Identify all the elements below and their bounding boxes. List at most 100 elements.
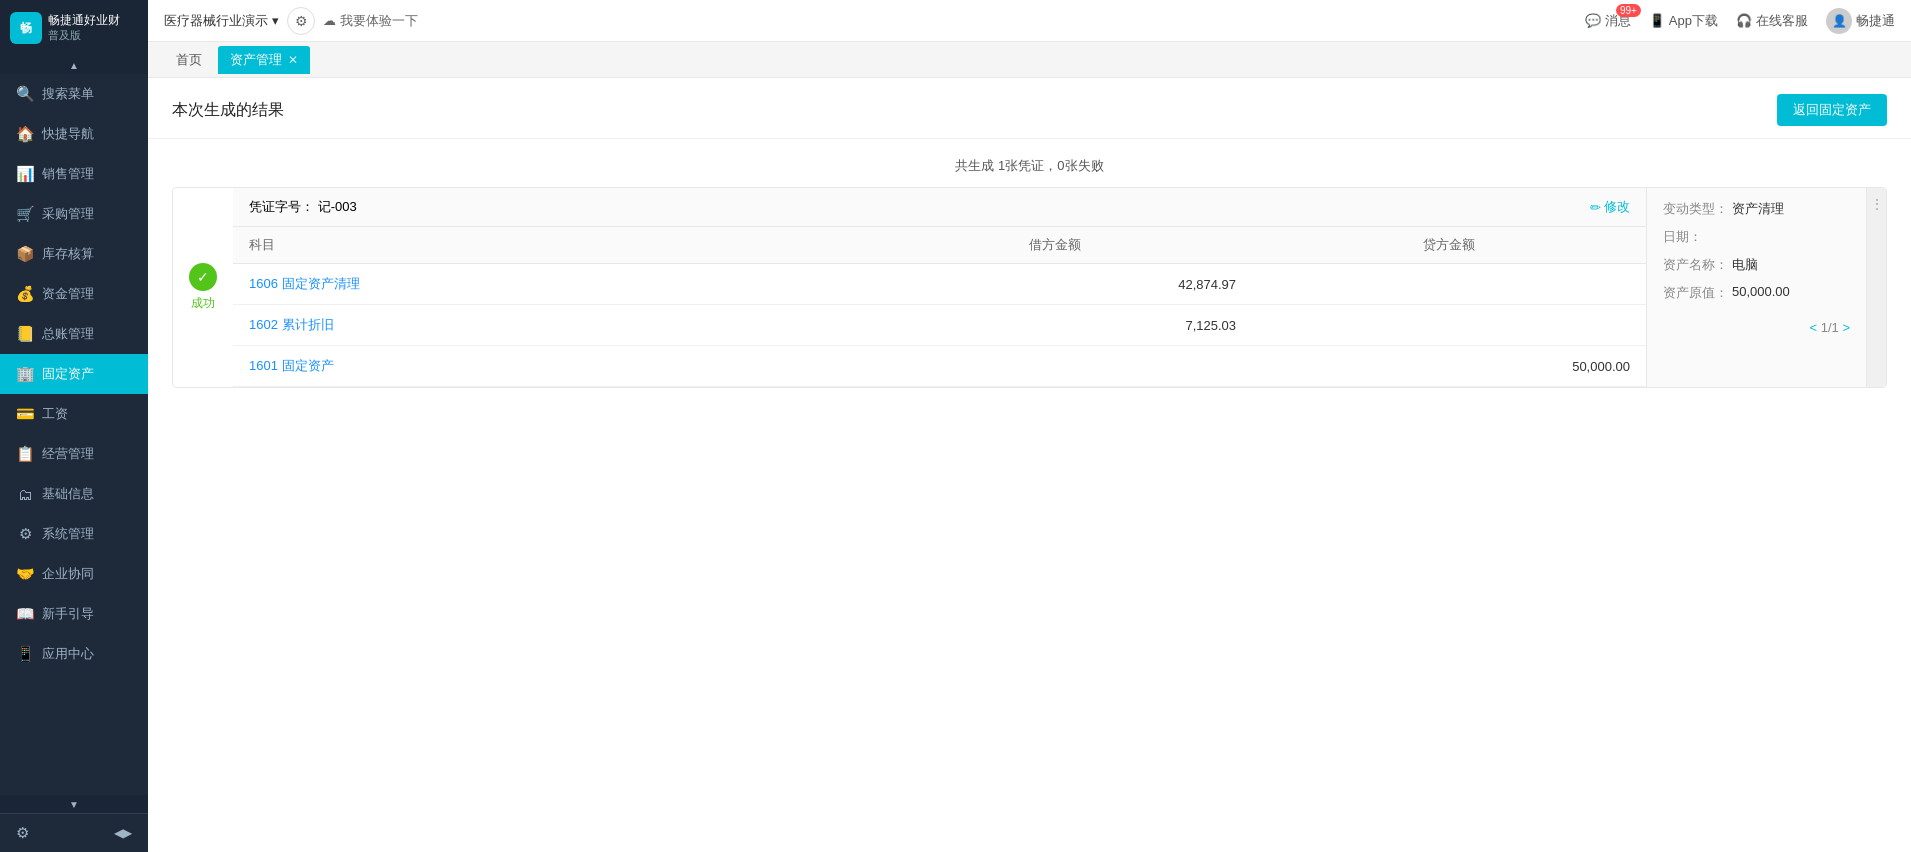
edit-label: 修改	[1604, 198, 1630, 216]
sidebar-item-fixed-assets[interactable]: 🏢 固定资产	[0, 354, 148, 394]
col-header-credit: 贷方金额	[1252, 227, 1646, 264]
logo-text: 畅捷通好业财	[48, 13, 120, 29]
debit-cell: 7,125.03	[858, 305, 1252, 346]
main-area: 医疗器械行业演示 ▾ ⚙ ☁ 我要体验一下 💬 消息 99+ 📱 App下载	[148, 0, 1911, 852]
scroll-up-btn[interactable]: ▲	[0, 56, 148, 74]
sidebar-item-system[interactable]: ⚙ 系统管理	[0, 514, 148, 554]
voucher-number: 凭证字号： 记-003	[249, 198, 357, 216]
sidebar-item-guide[interactable]: 📖 新手引导	[0, 594, 148, 634]
sidebar-item-label: 新手引导	[42, 605, 94, 623]
edit-icon: ✏	[1590, 200, 1601, 215]
debit-cell: 42,874.97	[858, 264, 1252, 305]
app-download-button[interactable]: 📱 App下载	[1649, 12, 1718, 30]
voucher-no-value: 记-003	[318, 199, 357, 214]
voucher-header: 凭证字号： 记-003 ✏ 修改	[233, 188, 1646, 227]
original-value-label: 资产原值：	[1663, 284, 1728, 302]
user-profile[interactable]: 👤 畅捷通	[1826, 8, 1895, 34]
sidebar-item-purchase[interactable]: 🛒 采购管理	[0, 194, 148, 234]
content-area: 本次生成的结果 返回固定资产 共生成 1张凭证，0张失败 ✓ 成功 凭证字号： …	[148, 78, 1911, 852]
sales-icon: 📊	[16, 165, 34, 183]
inventory-icon: 📦	[16, 245, 34, 263]
back-to-fixed-assets-button[interactable]: 返回固定资产	[1777, 94, 1887, 126]
sidebar-item-finance[interactable]: 💰 资金管理	[0, 274, 148, 314]
table-row: 1606 固定资产清理 42,874.97	[233, 264, 1646, 305]
message-icon: 💬	[1585, 13, 1601, 28]
chevron-down-icon: ▾	[272, 13, 279, 28]
sidebar-item-enterprise[interactable]: 🤝 企业协同	[0, 554, 148, 594]
tab-home-label: 首页	[176, 51, 202, 69]
tab-asset-mgmt[interactable]: 资产管理 ✕	[218, 46, 310, 74]
account-cell: 1601 固定资产	[233, 346, 858, 387]
sidebar-item-inventory[interactable]: 📦 库存核算	[0, 234, 148, 274]
sidebar-item-app-center[interactable]: 📱 应用中心	[0, 634, 148, 674]
download-icon: 📱	[1649, 13, 1665, 28]
sidebar-item-label: 快捷导航	[42, 125, 94, 143]
original-value-value: 50,000.00	[1732, 284, 1850, 299]
change-type-label: 变动类型：	[1663, 200, 1728, 218]
sidebar-item-quick-nav[interactable]: 🏠 快捷导航	[0, 114, 148, 154]
sidebar-item-label: 系统管理	[42, 525, 94, 543]
edit-voucher-button[interactable]: ✏ 修改	[1590, 198, 1630, 216]
account-cell: 1602 累计折旧	[233, 305, 858, 346]
finance-icon: 💰	[16, 285, 34, 303]
tab-asset-mgmt-label: 资产管理	[230, 51, 282, 69]
sidebar-item-basic-info[interactable]: 🗂 基础信息	[0, 474, 148, 514]
prev-page-btn[interactable]: <	[1810, 320, 1818, 335]
sidebar-item-sales[interactable]: 📊 销售管理	[0, 154, 148, 194]
page-indicator: 1/1	[1821, 320, 1843, 335]
sidebar-item-payroll[interactable]: 💳 工资	[0, 394, 148, 434]
asset-name-value: 电脑	[1732, 256, 1850, 274]
scroll-down-btn[interactable]: ▼	[0, 795, 148, 813]
next-page-btn[interactable]: >	[1842, 320, 1850, 335]
topbar-left: 医疗器械行业演示 ▾ ⚙ ☁ 我要体验一下	[164, 7, 418, 35]
experience-button[interactable]: ☁ 我要体验一下	[323, 12, 418, 30]
sidebar-item-label: 固定资产	[42, 365, 94, 383]
sidebar-item-label: 总账管理	[42, 325, 94, 343]
toggle-sidebar-icon[interactable]: ◀▶	[114, 826, 132, 840]
topbar-right: 💬 消息 99+ 📱 App下载 🎧 在线客服 👤 畅捷通	[1585, 8, 1895, 34]
company-selector[interactable]: 医疗器械行业演示 ▾	[164, 12, 279, 30]
pagination: < 1/1 >	[1663, 312, 1850, 335]
table-row: 1601 固定资产 50,000.00	[233, 346, 1646, 387]
guide-icon: 📖	[16, 605, 34, 623]
collapse-panel[interactable]: ⋮	[1866, 188, 1886, 387]
sidebar-item-label: 应用中心	[42, 645, 94, 663]
asset-name-label: 资产名称：	[1663, 256, 1728, 274]
credit-cell	[1252, 264, 1646, 305]
logo-sub: 普及版	[48, 28, 120, 43]
app-center-icon: 📱	[16, 645, 34, 663]
voucher-table: 科目 借方金额 贷方金额 1606 固定资产清理 42,874.97 1602 …	[233, 227, 1646, 387]
result-summary: 共生成 1张凭证，0张失败	[148, 139, 1911, 187]
sidebar-menu: 🔍 搜索菜单 🏠 快捷导航 📊 销售管理 🛒 采购管理 📦 库存核算 💰 资金管…	[0, 74, 148, 795]
sidebar-bottom: ⚙ ◀▶	[0, 813, 148, 852]
sidebar-item-label: 销售管理	[42, 165, 94, 183]
date-row: 日期：	[1663, 228, 1850, 246]
sidebar-item-label: 采购管理	[42, 205, 94, 223]
date-label: 日期：	[1663, 228, 1702, 246]
sidebar-item-search[interactable]: 🔍 搜索菜单	[0, 74, 148, 114]
online-service-button[interactable]: 🎧 在线客服	[1736, 12, 1808, 30]
messages-button[interactable]: 💬 消息 99+	[1585, 12, 1631, 30]
gear-button[interactable]: ⚙	[287, 7, 315, 35]
tab-home[interactable]: 首页	[164, 46, 214, 74]
logo-icon: 畅	[10, 12, 42, 44]
topbar: 医疗器械行业演示 ▾ ⚙ ☁ 我要体验一下 💬 消息 99+ 📱 App下载	[148, 0, 1911, 42]
app-download-label: App下载	[1669, 12, 1718, 30]
sidebar-item-ledger[interactable]: 📒 总账管理	[0, 314, 148, 354]
tab-close-icon[interactable]: ✕	[288, 53, 298, 67]
account-cell: 1606 固定资产清理	[233, 264, 858, 305]
success-circle-icon: ✓	[189, 263, 217, 291]
sidebar-item-label: 企业协同	[42, 565, 94, 583]
change-type-value: 资产清理	[1732, 200, 1850, 218]
side-info-panel: 变动类型： 资产清理 日期： 资产名称： 电脑 资产原值： 50,000.00 …	[1646, 188, 1866, 387]
operations-icon: 📋	[16, 445, 34, 463]
sidebar-item-operations[interactable]: 📋 经营管理	[0, 434, 148, 474]
sidebar-item-label: 工资	[42, 405, 68, 423]
table-row: 1602 累计折旧 7,125.03	[233, 305, 1646, 346]
settings-icon[interactable]: ⚙	[16, 824, 29, 842]
debit-cell	[858, 346, 1252, 387]
original-value-row: 资产原值： 50,000.00	[1663, 284, 1850, 302]
credit-cell	[1252, 305, 1646, 346]
username: 畅捷通	[1856, 12, 1895, 30]
voucher-main: 凭证字号： 记-003 ✏ 修改 科目 借方金额 贷方金额	[233, 188, 1646, 387]
